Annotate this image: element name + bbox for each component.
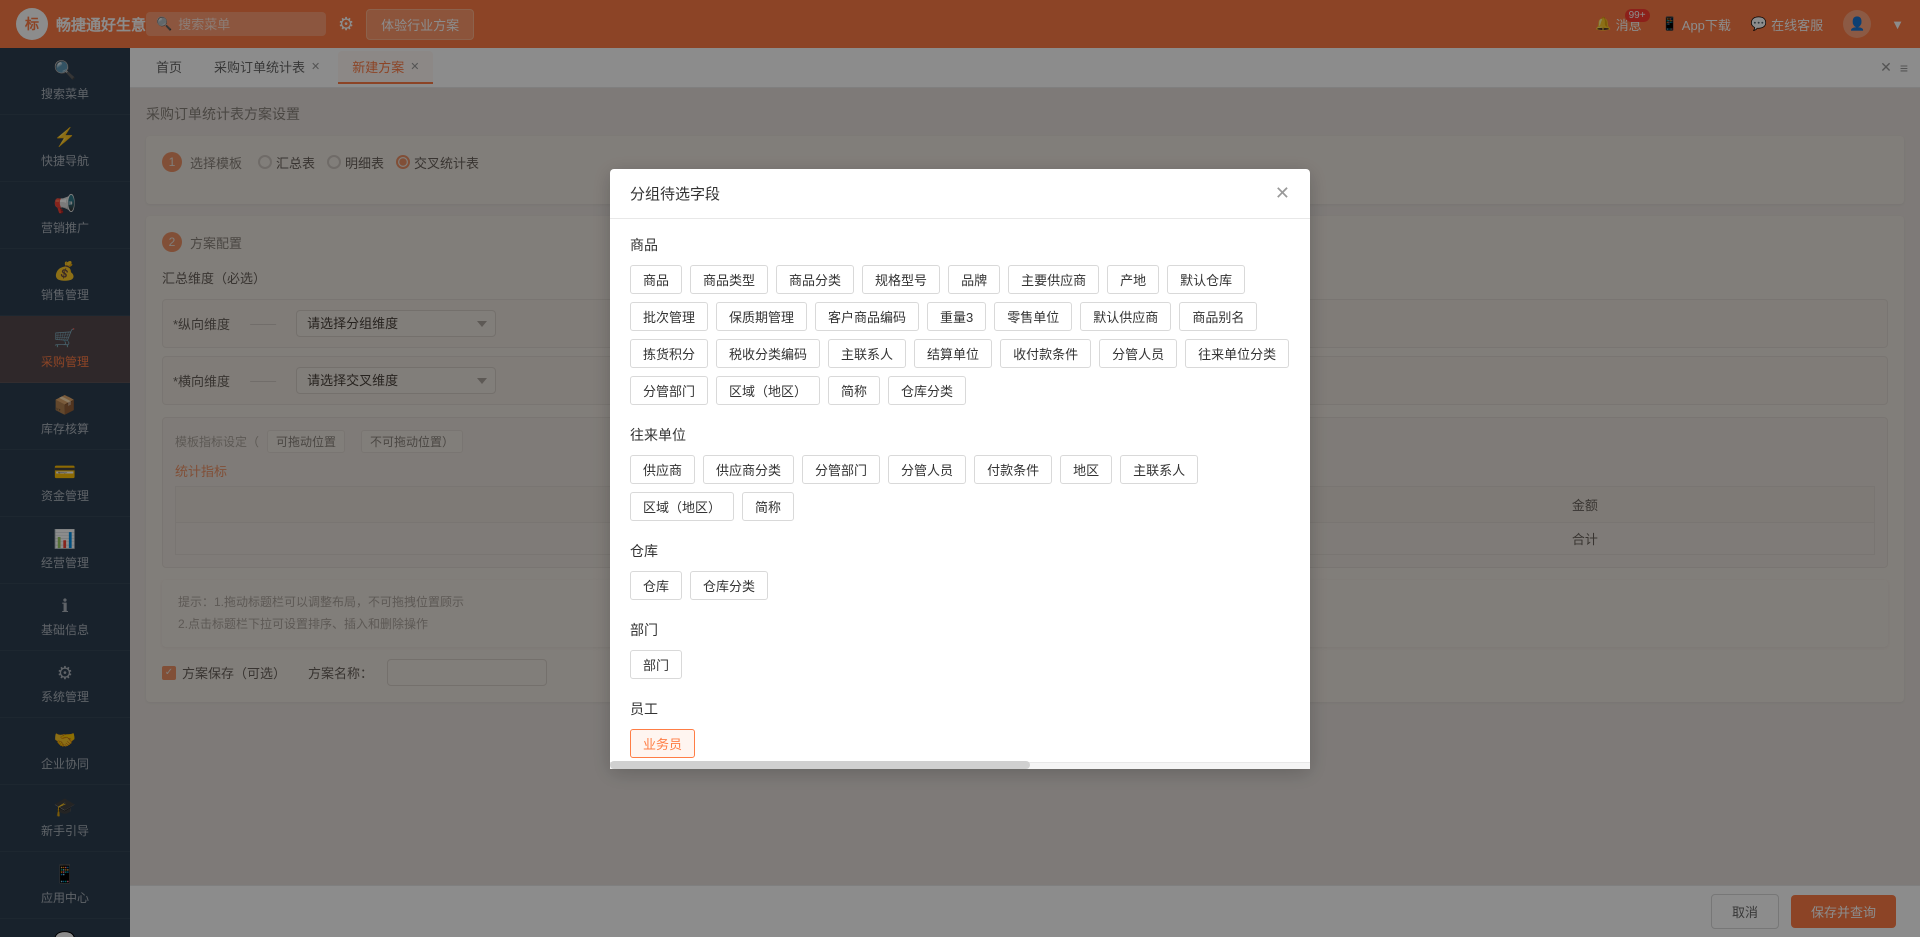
warehouse-field-tags: 仓库 仓库分类 <box>630 571 1290 600</box>
partner-group-title: 往来单位 <box>630 425 1290 445</box>
field-tag-salesperson[interactable]: 业务员 <box>630 729 695 758</box>
employee-field-tags: 业务员 <box>630 729 1290 758</box>
field-tag[interactable]: 商品类型 <box>690 265 768 294</box>
field-tag[interactable]: 往来单位分类 <box>1185 339 1289 368</box>
field-tag[interactable]: 区域（地区） <box>716 376 820 405</box>
goods-group-title: 商品 <box>630 235 1290 255</box>
field-tag[interactable]: 仓库 <box>630 571 682 600</box>
field-group-dept: 部门 部门 <box>630 620 1290 679</box>
hscroll-thumb <box>610 761 1030 769</box>
field-tag[interactable]: 商品分类 <box>776 265 854 294</box>
field-tag[interactable]: 分管部门 <box>630 376 708 405</box>
field-tag[interactable]: 商品 <box>630 265 682 294</box>
goods-field-tags: 商品 商品类型 商品分类 规格型号 品牌 主要供应商 产地 默认仓库 批次管理 … <box>630 265 1290 405</box>
field-tag[interactable]: 主要供应商 <box>1008 265 1099 294</box>
field-group-warehouse: 仓库 仓库 仓库分类 <box>630 541 1290 600</box>
field-tag[interactable]: 仓库分类 <box>690 571 768 600</box>
warehouse-group-title: 仓库 <box>630 541 1290 561</box>
partner-field-tags: 供应商 供应商分类 分管部门 分管人员 付款条件 地区 主联系人 区域（地区） … <box>630 455 1290 521</box>
field-tag[interactable]: 简称 <box>742 492 794 521</box>
modal: 分组待选字段 ✕ 商品 商品 商品类型 商品分类 规格型号 品牌 主要供应商 产… <box>610 169 1310 769</box>
field-group-goods: 商品 商品 商品类型 商品分类 规格型号 品牌 主要供应商 产地 默认仓库 批次… <box>630 235 1290 405</box>
field-group-employee: 员工 业务员 <box>630 699 1290 758</box>
modal-header: 分组待选字段 ✕ <box>610 169 1310 219</box>
field-tag[interactable]: 批次管理 <box>630 302 708 331</box>
field-tag[interactable]: 主联系人 <box>1120 455 1198 484</box>
dept-field-tags: 部门 <box>630 650 1290 679</box>
field-tag[interactable]: 重量3 <box>927 302 986 331</box>
field-tag[interactable]: 分管部门 <box>802 455 880 484</box>
field-tag[interactable]: 收付款条件 <box>1000 339 1091 368</box>
field-tag[interactable]: 产地 <box>1107 265 1159 294</box>
field-tag[interactable]: 拣货积分 <box>630 339 708 368</box>
field-tag[interactable]: 部门 <box>630 650 682 679</box>
field-tag[interactable]: 付款条件 <box>974 455 1052 484</box>
field-tag[interactable]: 供应商 <box>630 455 695 484</box>
modal-close-btn[interactable]: ✕ <box>1275 183 1290 204</box>
field-tag[interactable]: 默认供应商 <box>1080 302 1171 331</box>
field-tag[interactable]: 结算单位 <box>914 339 992 368</box>
field-group-partner: 往来单位 供应商 供应商分类 分管部门 分管人员 付款条件 地区 主联系人 区域… <box>630 425 1290 521</box>
field-tag[interactable]: 简称 <box>828 376 880 405</box>
field-tag[interactable]: 保质期管理 <box>716 302 807 331</box>
field-tag[interactable]: 分管人员 <box>888 455 966 484</box>
field-tag[interactable]: 供应商分类 <box>703 455 794 484</box>
modal-hscroll[interactable] <box>610 762 1310 768</box>
field-tag[interactable]: 商品别名 <box>1179 302 1257 331</box>
field-tag[interactable]: 主联系人 <box>828 339 906 368</box>
field-tag[interactable]: 默认仓库 <box>1167 265 1245 294</box>
dept-group-title: 部门 <box>630 620 1290 640</box>
employee-group-title: 员工 <box>630 699 1290 719</box>
field-tag[interactable]: 仓库分类 <box>888 376 966 405</box>
field-tag[interactable]: 规格型号 <box>862 265 940 294</box>
field-tag[interactable]: 税收分类编码 <box>716 339 820 368</box>
field-tag[interactable]: 地区 <box>1060 455 1112 484</box>
field-tag[interactable]: 客户商品编码 <box>815 302 919 331</box>
field-tag[interactable]: 品牌 <box>948 265 1000 294</box>
modal-title: 分组待选字段 <box>630 183 720 204</box>
modal-overlay: 分组待选字段 ✕ 商品 商品 商品类型 商品分类 规格型号 品牌 主要供应商 产… <box>0 0 1920 937</box>
field-tag[interactable]: 区域（地区） <box>630 492 734 521</box>
field-tag[interactable]: 零售单位 <box>994 302 1072 331</box>
modal-body: 商品 商品 商品类型 商品分类 规格型号 品牌 主要供应商 产地 默认仓库 批次… <box>610 219 1310 763</box>
field-tag[interactable]: 分管人员 <box>1099 339 1177 368</box>
